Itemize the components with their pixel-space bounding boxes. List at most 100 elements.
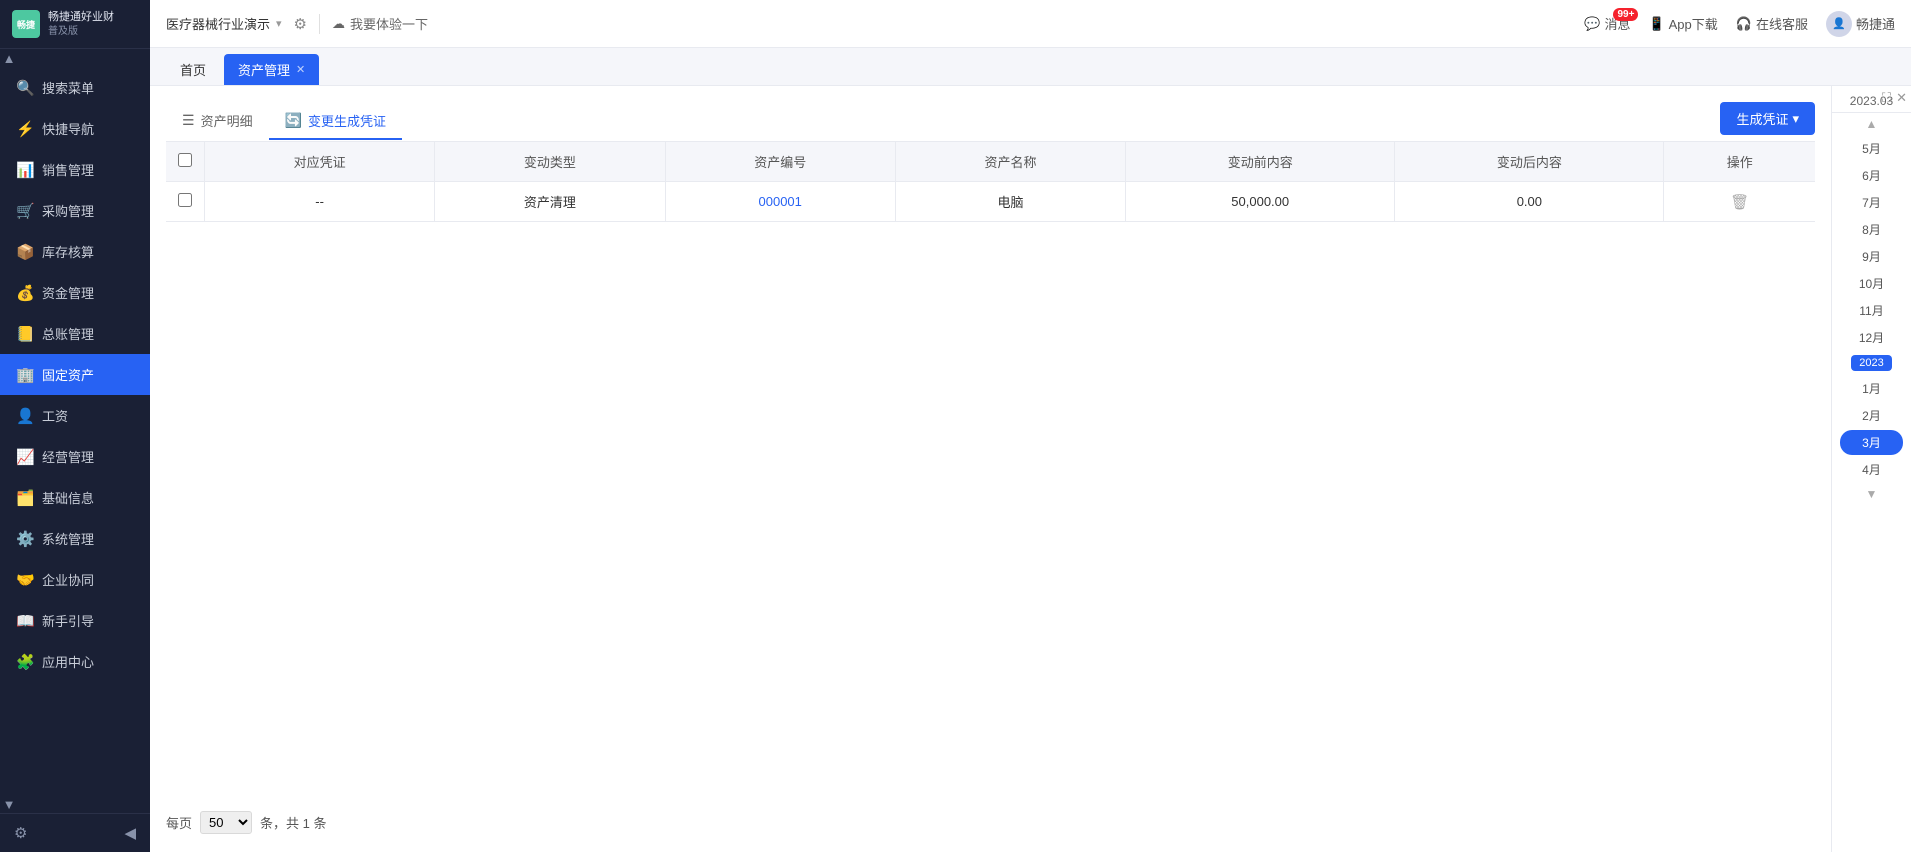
sidebar-nav: 🔍 搜索菜单 ⚡ 快捷导航 📊 销售管理 🛒 采购管理 📦 库存核算 💰 资金管… bbox=[0, 67, 150, 795]
sidebar-scroll-up[interactable]: ▲ bbox=[0, 49, 18, 67]
main-content: 医疗器械行业演示 ▾ ⚙ ☁ 我要体验一下 💬 消息 99+ 📱 App下载 🎧… bbox=[150, 0, 1911, 852]
sidebar-scroll-down[interactable]: ▼ bbox=[0, 795, 18, 813]
customer-service-btn[interactable]: 🎧 在线客服 bbox=[1736, 14, 1808, 33]
col-asset-code: 资产编号 bbox=[665, 142, 895, 182]
lightning-icon: ⚡ bbox=[16, 120, 34, 138]
experience-icon: ☁ bbox=[332, 16, 345, 32]
calendar-month-4[interactable]: 4月 bbox=[1832, 456, 1911, 483]
settings-icon[interactable]: ⚙ bbox=[14, 824, 27, 842]
calendar-close-icon[interactable]: ✕ bbox=[1896, 90, 1907, 106]
company-dropdown-icon: ▾ bbox=[276, 17, 282, 30]
col-before: 变动前内容 bbox=[1126, 142, 1395, 182]
sidebar-item-search[interactable]: 🔍 搜索菜单 bbox=[0, 67, 150, 108]
col-after: 变动后内容 bbox=[1395, 142, 1664, 182]
sidebar-item-purchase[interactable]: 🛒 采购管理 bbox=[0, 190, 150, 231]
logo-icon: 畅捷 bbox=[12, 10, 40, 38]
expand-icon[interactable]: ⛶ bbox=[1882, 90, 1891, 106]
generate-voucher-button[interactable]: 生成凭证 ▾ bbox=[1720, 102, 1815, 135]
per-page-select[interactable]: 10 20 50 100 bbox=[200, 811, 252, 834]
purchase-icon: 🛒 bbox=[16, 202, 34, 220]
avatar: 👤 bbox=[1826, 11, 1852, 37]
calendar-month-5[interactable]: 5月 bbox=[1832, 135, 1911, 162]
tab-asset-management[interactable]: 资产管理 ✕ bbox=[224, 54, 319, 85]
finance-icon: 💰 bbox=[16, 284, 34, 302]
sidebar-item-system[interactable]: ⚙️ 系统管理 bbox=[0, 518, 150, 559]
sales-icon: 📊 bbox=[16, 161, 34, 179]
messages-btn[interactable]: 💬 消息 99+ bbox=[1584, 14, 1630, 33]
calendar-month-7[interactable]: 7月 bbox=[1832, 189, 1911, 216]
calendar-month-12[interactable]: 12月 bbox=[1832, 324, 1911, 351]
sidebar-bottom: ⚙ ◀ bbox=[0, 813, 150, 852]
cell-after-content: 0.00 bbox=[1395, 182, 1664, 222]
tab-close-icon[interactable]: ✕ bbox=[296, 63, 305, 76]
assets-icon: 🏢 bbox=[16, 366, 34, 384]
collapse-sidebar-icon[interactable]: ◀ bbox=[124, 824, 136, 842]
calendar-panel: ⛶ ✕ 2023.03 ▲ 5月 6月 7月 8月 9月 10月 11月 12月… bbox=[1831, 86, 1911, 852]
sidebar-item-assets[interactable]: 🏢 固定资产 bbox=[0, 354, 150, 395]
header-checkbox-cell bbox=[166, 142, 205, 182]
generate-dropdown-icon: ▾ bbox=[1792, 111, 1799, 127]
salary-icon: 👤 bbox=[16, 407, 34, 425]
ledger-icon: 📒 bbox=[16, 325, 34, 343]
guide-icon: 📖 bbox=[16, 612, 34, 630]
sub-tab-generate-voucher[interactable]: 🔄 变更生成凭证 bbox=[269, 103, 402, 140]
sidebar-item-collab[interactable]: 🤝 企业协同 bbox=[0, 559, 150, 600]
select-all-checkbox[interactable] bbox=[178, 153, 192, 167]
calendar-month-9[interactable]: 9月 bbox=[1832, 243, 1911, 270]
app-download-btn[interactable]: 📱 App下载 bbox=[1648, 14, 1717, 33]
sidebar-item-guide[interactable]: 📖 新手引导 bbox=[0, 600, 150, 641]
calendar-month-10[interactable]: 10月 bbox=[1832, 270, 1911, 297]
messages-badge: 99+ bbox=[1613, 8, 1638, 21]
sidebar-item-operations[interactable]: 📈 经营管理 bbox=[0, 436, 150, 477]
sidebar-item-salary[interactable]: 👤 工资 bbox=[0, 395, 150, 436]
pagination-bar: 每页 10 20 50 100 条，共 1 条 bbox=[166, 801, 1815, 836]
cell-operation: 🗑 bbox=[1664, 182, 1815, 222]
row-checkbox-cell bbox=[166, 182, 205, 222]
sidebar-item-appcenter[interactable]: 🧩 应用中心 bbox=[0, 641, 150, 682]
table-header-row: 对应凭证 变动类型 资产编号 资产名称 变动前内容 变动后内容 操作 bbox=[166, 142, 1815, 182]
sidebar-item-sales[interactable]: 📊 销售管理 bbox=[0, 149, 150, 190]
delete-icon[interactable]: 🗑 bbox=[1730, 194, 1749, 211]
tabs-bar: 首页 资产管理 ✕ bbox=[150, 48, 1911, 86]
topbar: 医疗器械行业演示 ▾ ⚙ ☁ 我要体验一下 💬 消息 99+ 📱 App下载 🎧… bbox=[150, 0, 1911, 48]
search-icon: 🔍 bbox=[16, 79, 34, 97]
sidebar-item-basicinfo[interactable]: 🗂️ 基础信息 bbox=[0, 477, 150, 518]
logo-text: 畅捷通好业财 普及版 bbox=[48, 10, 114, 37]
calendar-down-arrow[interactable]: ▼ bbox=[1832, 483, 1911, 505]
collab-icon: 🤝 bbox=[16, 571, 34, 589]
sub-tab-asset-detail[interactable]: ☰ 资产明细 bbox=[166, 103, 269, 140]
generate-btn-container: 生成凭证 ▾ bbox=[1720, 102, 1815, 141]
company-name: 医疗器械行业演示 bbox=[166, 14, 270, 33]
calendar-month-11[interactable]: 11月 bbox=[1832, 297, 1911, 324]
calendar-month-1[interactable]: 1月 bbox=[1832, 375, 1911, 402]
appcenter-icon: 🧩 bbox=[16, 653, 34, 671]
sidebar-item-inventory[interactable]: 📦 库存核算 bbox=[0, 231, 150, 272]
experience-btn[interactable]: ☁ 我要体验一下 bbox=[332, 14, 428, 33]
sidebar-item-ledger[interactable]: 📒 总账管理 bbox=[0, 313, 150, 354]
row-checkbox[interactable] bbox=[178, 193, 192, 207]
sub-tabs: ☰ 资产明细 🔄 变更生成凭证 生成凭证 ▾ bbox=[166, 102, 1815, 142]
col-voucher: 对应凭证 bbox=[205, 142, 435, 182]
calendar-month-6[interactable]: 6月 bbox=[1832, 162, 1911, 189]
tab-home[interactable]: 首页 bbox=[166, 54, 220, 85]
calendar-up-arrow[interactable]: ▲ bbox=[1832, 113, 1911, 135]
user-profile[interactable]: 👤 畅捷通 bbox=[1826, 11, 1895, 37]
sidebar-item-quicknav[interactable]: ⚡ 快捷导航 bbox=[0, 108, 150, 149]
basicinfo-icon: 🗂️ bbox=[16, 489, 34, 507]
table-area: 对应凭证 变动类型 资产编号 资产名称 变动前内容 变动后内容 操作 bbox=[166, 142, 1815, 801]
calendar-month-3-active[interactable]: 3月 bbox=[1840, 430, 1903, 455]
list-icon: ☰ bbox=[182, 112, 195, 129]
cell-asset-name: 电脑 bbox=[895, 182, 1125, 222]
calendar-scroll[interactable]: ▲ 5月 6月 7月 8月 9月 10月 11月 12月 2023 1月 2月 … bbox=[1832, 113, 1911, 852]
company-selector[interactable]: 医疗器械行业演示 ▾ bbox=[166, 14, 282, 33]
calendar-month-8[interactable]: 8月 bbox=[1832, 216, 1911, 243]
sidebar-item-finance[interactable]: 💰 资金管理 bbox=[0, 272, 150, 313]
col-asset-name: 资产名称 bbox=[895, 142, 1125, 182]
year-2023-label: 2023 bbox=[1832, 351, 1911, 375]
cell-change-type: 资产清理 bbox=[435, 182, 665, 222]
phone-icon: 📱 bbox=[1648, 16, 1664, 32]
calendar-month-2[interactable]: 2月 bbox=[1832, 402, 1911, 429]
settings-gear-icon[interactable]: ⚙ bbox=[294, 15, 307, 33]
cell-voucher: -- bbox=[205, 182, 435, 222]
sidebar-logo: 畅捷 畅捷通好业财 普及版 bbox=[0, 0, 150, 49]
